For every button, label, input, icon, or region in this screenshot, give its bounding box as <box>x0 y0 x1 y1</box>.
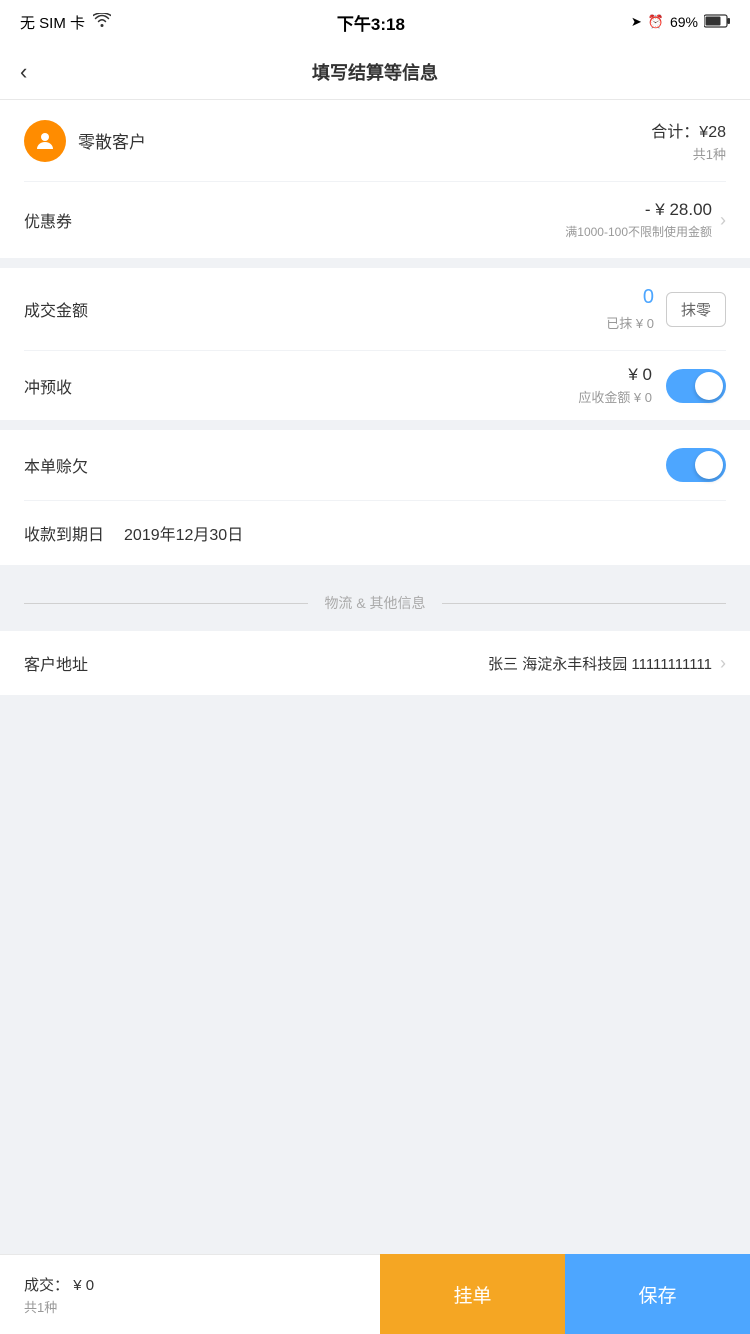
coupon-label: 优惠券 <box>24 208 72 232</box>
customer-card: 零散客户 合计：¥28 共1种 优惠券 - ¥ 28.00 满1000-100不… <box>0 100 750 258</box>
bottom-summary: 成交： ¥ 0 共1种 <box>0 1254 380 1334</box>
pending-button[interactable]: 挂单 <box>380 1254 565 1334</box>
transaction-label: 成交金额 <box>24 297 88 321</box>
transaction-sub: 已抹 ¥ 0 <box>606 313 654 332</box>
total-amount: 合计：¥28 <box>651 118 726 142</box>
battery-icon <box>704 14 730 31</box>
bottom-count: 共1种 <box>24 1297 356 1316</box>
nav-bar: ‹ 填写结算等信息 <box>0 44 750 100</box>
chevron-right-icon: › <box>720 210 726 231</box>
coupon-right: - ¥ 28.00 满1000-100不限制使用金额 › <box>565 200 726 240</box>
precollect-toggle[interactable] <box>666 369 726 403</box>
coupon-amount: - ¥ 28.00 <box>565 200 712 220</box>
bottom-spacer <box>0 705 750 785</box>
debt-card: 本单赊欠 收款到期日 2019年12月30日 <box>0 430 750 565</box>
round-zero-button[interactable]: 抹零 <box>666 292 726 327</box>
content: 零散客户 合计：¥28 共1种 优惠券 - ¥ 28.00 满1000-100不… <box>0 100 750 785</box>
transaction-value[interactable]: 0 <box>643 286 654 309</box>
alarm-icon: ⏰ <box>648 14 664 30</box>
precollect-sub: 应收金额 ¥ 0 <box>578 387 652 406</box>
bottom-trans-amount: ¥ 0 <box>73 1277 94 1294</box>
status-bar: 无 SIM 卡 下午3:18 ➤ ⏰ 69% <box>0 0 750 44</box>
logistics-section-header: 物流 & 其他信息 <box>0 575 750 631</box>
bottom-trans-label: 成交： <box>24 1277 69 1294</box>
page-title: 填写结算等信息 <box>312 59 438 85</box>
precollect-main: ¥ 0 <box>578 365 652 385</box>
back-button[interactable]: ‹ <box>20 59 27 85</box>
transaction-card: 成交金额 0 已抹 ¥ 0 抹零 冲预收 ¥ 0 应收金额 ¥ 0 <box>0 268 750 420</box>
status-time: 下午3:18 <box>337 10 405 35</box>
debt-toggle-knob <box>695 451 723 479</box>
duedate-value: 2019年12月30日 <box>124 521 243 545</box>
transaction-right: 0 已抹 ¥ 0 抹零 <box>606 286 726 332</box>
line-right <box>442 603 726 604</box>
bottom-transaction: 成交： ¥ 0 <box>24 1274 356 1295</box>
bottom-bar: 成交： ¥ 0 共1种 挂单 保存 <box>0 1254 750 1334</box>
address-label: 客户地址 <box>24 651 88 675</box>
coupon-desc: 满1000-100不限制使用金额 <box>565 223 712 240</box>
duedate-row[interactable]: 收款到期日 2019年12月30日 <box>0 501 750 565</box>
address-value: 张三 海淀永丰科技园 11111111111 <box>108 653 712 674</box>
address-row[interactable]: 客户地址 张三 海淀永丰科技园 11111111111 › <box>0 631 750 695</box>
customer-summary: 合计：¥28 共1种 <box>651 118 726 163</box>
no-sim-text: 无 SIM 卡 <box>20 12 85 33</box>
address-chevron-icon: › <box>720 653 726 674</box>
debt-label: 本单赊欠 <box>24 453 88 477</box>
coupon-info: - ¥ 28.00 满1000-100不限制使用金额 <box>565 200 712 240</box>
precollect-amounts: ¥ 0 应收金额 ¥ 0 <box>578 365 652 406</box>
duedate-label: 收款到期日 <box>24 521 104 545</box>
save-button[interactable]: 保存 <box>565 1254 750 1334</box>
battery-text: 69% <box>670 14 698 30</box>
transaction-row: 成交金额 0 已抹 ¥ 0 抹零 <box>0 268 750 350</box>
avatar <box>24 120 66 162</box>
status-left: 无 SIM 卡 <box>20 12 111 33</box>
precollect-label: 冲预收 <box>24 374 72 398</box>
total-count: 共1种 <box>651 144 726 163</box>
precollect-row: 冲预收 ¥ 0 应收金额 ¥ 0 <box>0 351 750 420</box>
status-right: ➤ ⏰ 69% <box>631 14 730 31</box>
debt-row: 本单赊欠 <box>0 430 750 500</box>
toggle-knob <box>695 372 723 400</box>
coupon-row[interactable]: 优惠券 - ¥ 28.00 满1000-100不限制使用金额 › <box>0 182 750 258</box>
customer-name: 零散客户 <box>78 128 146 153</box>
customer-left: 零散客户 <box>24 120 146 162</box>
transaction-col: 0 已抹 ¥ 0 <box>606 286 654 332</box>
address-card: 客户地址 张三 海淀永丰科技园 11111111111 › <box>0 631 750 695</box>
precollect-right: ¥ 0 应收金额 ¥ 0 <box>578 365 726 406</box>
location-icon: ➤ <box>631 14 642 30</box>
debt-toggle[interactable] <box>666 448 726 482</box>
wifi-icon <box>93 13 111 31</box>
customer-row: 零散客户 合计：¥28 共1种 <box>0 100 750 181</box>
logistics-label: 物流 & 其他信息 <box>324 593 425 613</box>
line-left <box>24 603 308 604</box>
